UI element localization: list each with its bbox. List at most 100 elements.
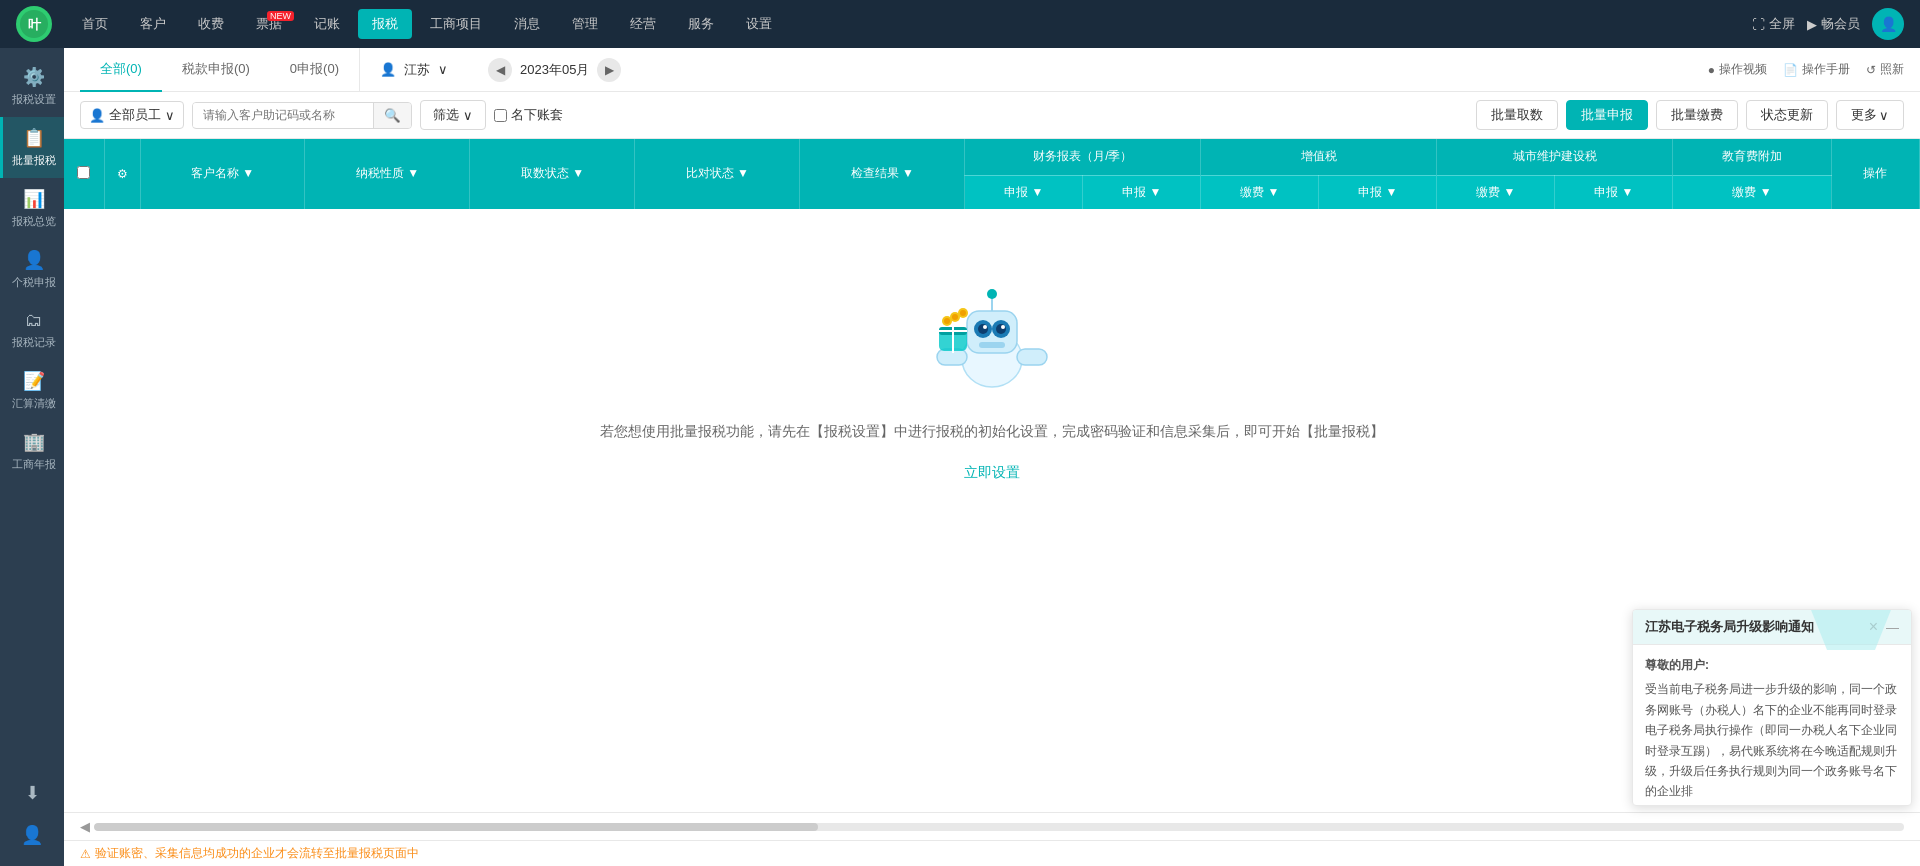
- th-city-tax: 城市维护建设税: [1437, 139, 1673, 175]
- empty-state-row: 若您想使用批量报税功能，请先在【报税设置】中进行报税的初始化设置，完成密码验证和…: [64, 209, 1920, 522]
- sidebar-item-personal-tax[interactable]: 👤 个税申报: [0, 239, 64, 300]
- search-button[interactable]: 🔍: [373, 103, 411, 128]
- nav-home[interactable]: 首页: [68, 9, 122, 39]
- th-fetch-status: 取数状态 ▼: [470, 139, 635, 209]
- th-vat-declare: 申报 ▼: [1083, 175, 1201, 209]
- more-btn[interactable]: 更多 ∨: [1836, 100, 1904, 130]
- scroll-thumb: [94, 823, 818, 831]
- table-header-row1: ⚙ 客户名称 ▼ 纳税性质 ▼ 取数状态 ▼ 比对状态 ▼: [64, 139, 1920, 175]
- nav-invoice[interactable]: 票据 NEW: [242, 9, 296, 39]
- chevron-down-icon: ∨: [463, 108, 473, 123]
- th-compare-status: 比对状态 ▼: [635, 139, 800, 209]
- scroll-left-btn[interactable]: ◀: [80, 819, 90, 834]
- chevron-down-icon: ∨: [1879, 108, 1889, 123]
- tabs-bar: 全部(0) 税款申报(0) 0申报(0) 👤 江苏 ∨ ◀ 2023年05月 ▶…: [64, 48, 1920, 92]
- warning-message: ⚠ 验证账密、采集信息均成功的企业才会流转至批量报税页面中: [80, 845, 1904, 862]
- svg-point-24: [960, 310, 966, 316]
- nav-message[interactable]: 消息: [500, 9, 554, 39]
- svg-point-8: [983, 325, 987, 329]
- sidebar-user[interactable]: 👤: [13, 816, 51, 854]
- batch-fetch-btn[interactable]: 批量取数: [1476, 100, 1558, 130]
- vip-btn[interactable]: ▶ 畅会员: [1807, 15, 1860, 33]
- status-update-btn[interactable]: 状态更新: [1746, 100, 1828, 130]
- th-edu-surcharge: 教育费附加: [1673, 139, 1832, 175]
- sidebar-bottom: ⬇ 👤: [0, 774, 64, 866]
- svg-point-6: [978, 324, 988, 334]
- sidebar-item-settlement[interactable]: 📝 汇算清缴: [0, 360, 64, 421]
- th-fin-declare: 申报 ▼: [965, 175, 1083, 209]
- notification-popup: 江苏电子税务局升级影响通知 × — 尊敬的用户: 受当前电子税务局进一步升级的影…: [1632, 609, 1912, 806]
- setup-link[interactable]: 立即设置: [964, 464, 1020, 482]
- nav-tax[interactable]: 报税: [358, 9, 412, 39]
- user-avatar[interactable]: 👤: [1872, 8, 1904, 40]
- notification-body: 尊敬的用户: 受当前电子税务局进一步升级的影响，同一个政务网账号（办税人）名下的…: [1633, 645, 1911, 805]
- th-vat-pay: 缴费 ▼: [1201, 175, 1319, 209]
- sidebar-item-tax-overview[interactable]: 📊 报税总览: [0, 178, 64, 239]
- chevron-down-icon: ∨: [165, 108, 175, 123]
- sidebar-item-tax-records[interactable]: 🗂 报税记录: [0, 300, 64, 360]
- prev-month-btn[interactable]: ◀: [488, 58, 512, 82]
- tab-tax-declare[interactable]: 税款申报(0): [162, 48, 270, 92]
- nav-management[interactable]: 管理: [558, 9, 612, 39]
- refresh-icon: ↺: [1866, 63, 1876, 77]
- nav-service[interactable]: 服务: [674, 9, 728, 39]
- sidebar-download[interactable]: ⬇: [17, 774, 48, 812]
- tabs-right-actions: ● 操作视频 📄 操作手册 ↺ 照新: [1708, 61, 1904, 78]
- fullscreen-icon: ⛶: [1752, 17, 1765, 32]
- filter-button[interactable]: 筛选 ∨: [420, 100, 486, 130]
- search-input[interactable]: [193, 103, 373, 127]
- nav-billing[interactable]: 收费: [184, 9, 238, 39]
- nav-accounting[interactable]: 记账: [300, 9, 354, 39]
- account-checkbox[interactable]: [494, 109, 507, 122]
- select-all-checkbox[interactable]: [77, 166, 90, 179]
- annual-report-icon: 🏢: [23, 431, 45, 453]
- sidebar-item-annual-report[interactable]: 🏢 工商年报: [0, 421, 64, 482]
- sidebar-item-tax-settings[interactable]: ⚙️ 报税设置: [0, 56, 64, 117]
- batch-declare-btn[interactable]: 批量申报: [1566, 100, 1648, 130]
- th-edu-pay: 缴费 ▼: [1673, 175, 1832, 209]
- horizontal-scrollbar[interactable]: [94, 823, 1904, 831]
- staff-selector[interactable]: 👤 全部员工 ∨: [80, 101, 184, 129]
- personal-tax-icon: 👤: [23, 249, 45, 271]
- th-financial-report: 财务报表（月/季）: [965, 139, 1201, 175]
- operation-manual-btn[interactable]: 📄 操作手册: [1783, 61, 1850, 78]
- current-month: 2023年05月: [520, 61, 589, 79]
- nav-client[interactable]: 客户: [126, 9, 180, 39]
- tab-zero-declare[interactable]: 0申报(0): [270, 48, 359, 92]
- empty-state: 若您想使用批量报税功能，请先在【报税设置】中进行报税的初始化设置，完成密码验证和…: [64, 209, 1920, 522]
- toolbar-right-buttons: 批量取数 批量申报 批量缴费 状态更新 更多 ∨: [1476, 100, 1904, 130]
- notification-greeting: 尊敬的用户:: [1645, 655, 1899, 675]
- robot-illustration: [927, 269, 1057, 399]
- fullscreen-btn[interactable]: ⛶ 全屏: [1752, 15, 1795, 33]
- nav-operation[interactable]: 经营: [616, 9, 670, 39]
- notification-title: 江苏电子税务局升级影响通知: [1645, 618, 1814, 636]
- sidebar-item-batch-tax[interactable]: 📋 批量报税: [0, 117, 64, 178]
- empty-message: 若您想使用批量报税功能，请先在【报税设置】中进行报税的初始化设置，完成密码验证和…: [600, 419, 1384, 444]
- next-month-btn[interactable]: ▶: [597, 58, 621, 82]
- batch-pay-btn[interactable]: 批量缴费: [1656, 100, 1738, 130]
- th-check-result: 检查结果 ▼: [800, 139, 965, 209]
- bottom-bar: ◀: [64, 812, 1920, 840]
- th-client-name: 客户名称 ▼: [140, 139, 305, 209]
- tab-all[interactable]: 全部(0): [80, 48, 162, 92]
- top-right-actions: ⛶ 全屏 ▶ 畅会员 👤: [1752, 8, 1904, 40]
- province-selector[interactable]: 👤 江苏 ∨: [359, 48, 468, 92]
- app-logo: 叶: [16, 6, 52, 42]
- th-city-declare: 申报 ▼: [1319, 175, 1437, 209]
- play-icon: ▶: [1807, 17, 1817, 32]
- user-icon-small: 👤: [380, 62, 396, 77]
- new-badge: NEW: [267, 11, 294, 21]
- manual-icon: 📄: [1783, 63, 1798, 77]
- video-icon: ●: [1708, 63, 1715, 77]
- svg-rect-10: [979, 342, 1005, 348]
- checkbox-label[interactable]: 名下账套: [494, 106, 563, 124]
- nav-business[interactable]: 工商项目: [416, 9, 496, 39]
- notification-collapse[interactable]: —: [1886, 620, 1899, 635]
- th-action: 操作: [1831, 139, 1919, 209]
- notification-content: 受当前电子税务局进一步升级的影响，同一个政务网账号（办税人）名下的企业不能再同时…: [1645, 679, 1899, 801]
- operation-video-btn[interactable]: ● 操作视频: [1708, 61, 1767, 78]
- tax-settings-icon: ⚙️: [23, 66, 45, 88]
- nav-settings[interactable]: 设置: [732, 9, 786, 39]
- refresh-btn[interactable]: ↺ 照新: [1866, 61, 1904, 78]
- svg-point-12: [987, 289, 997, 299]
